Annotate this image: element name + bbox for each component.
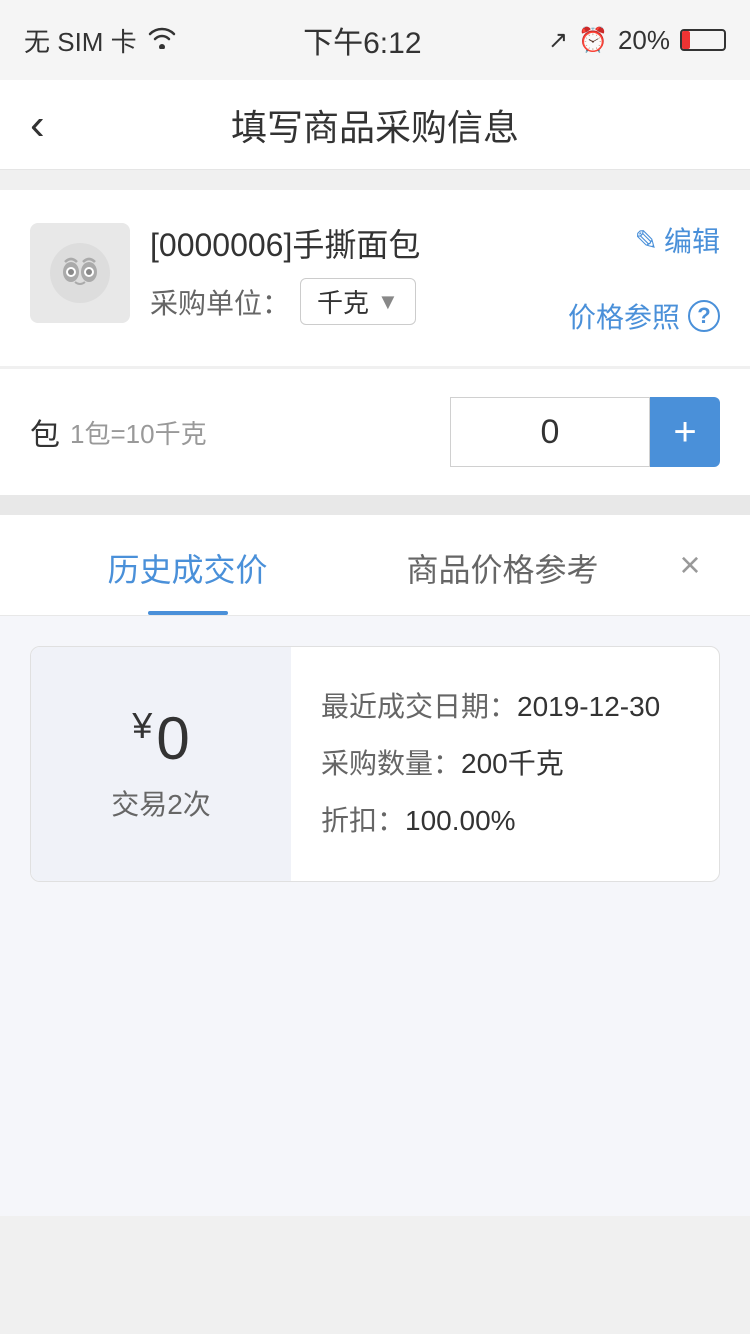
recent-date-value: 2019-12-30 [517, 691, 660, 722]
product-name: [0000006]手撕面包 [150, 220, 420, 266]
recent-date-label: 最近成交日期： [321, 691, 517, 722]
product-left: [0000006]手撕面包 采购单位： 千克 ▼ [30, 220, 420, 325]
price-card: ¥0 交易2次 最近成交日期：2019-12-30 采购数量：200千克 折扣：… [30, 646, 720, 882]
quantity-unit-info: 包 1包=10千克 [30, 410, 207, 454]
price-right-panel: 最近成交日期：2019-12-30 采购数量：200千克 折扣：100.00% [291, 647, 719, 881]
nav-bar: ‹ 填写商品采购信息 [0, 80, 750, 170]
quantity-controls: + [450, 397, 720, 467]
unit-label: 采购单位： [150, 282, 290, 322]
edit-button[interactable]: ✎ 编辑 [635, 220, 720, 260]
wifi-icon [147, 25, 177, 56]
purchase-qty-row: 采购数量：200千克 [321, 744, 689, 783]
content-area: ¥0 交易2次 最近成交日期：2019-12-30 采购数量：200千克 折扣：… [0, 616, 750, 1216]
section-divider [0, 495, 750, 515]
product-info: [0000006]手撕面包 采购单位： 千克 ▼ [150, 220, 420, 325]
battery-percent: 20% [618, 25, 670, 56]
status-left: 无 SIM 卡 [24, 22, 177, 59]
quantity-sub-info: 1包=10千克 [70, 414, 207, 451]
price-ref-label: 价格参照 [568, 296, 680, 336]
page-title: 填写商品采购信息 [231, 99, 519, 151]
tabs-bar: 历史成交价 商品价格参考 × [0, 515, 750, 616]
price-value: 0 [156, 705, 189, 772]
edit-icon: ✎ [635, 224, 658, 257]
price-reference-button[interactable]: 价格参照 ? [568, 296, 720, 336]
purchase-qty-label: 采购数量： [321, 748, 461, 779]
back-button[interactable]: ‹ [30, 103, 45, 147]
tab-price-reference[interactable]: 商品价格参考 [345, 515, 660, 615]
status-bar: 无 SIM 卡 下午6:12 ↗ ⏰ 20% [0, 0, 750, 80]
unit-value: 千克 [317, 283, 369, 320]
unit-select[interactable]: 千克 ▼ [300, 278, 416, 325]
quantity-plus-button[interactable]: + [650, 397, 720, 467]
status-time: 下午6:12 [303, 18, 421, 62]
purchase-qty-value: 200千克 [461, 748, 564, 779]
status-right: ↗ ⏰ 20% [548, 25, 726, 56]
price-left-panel: ¥0 交易2次 [31, 647, 291, 881]
recent-date-row: 最近成交日期：2019-12-30 [321, 687, 689, 726]
discount-row: 折扣：100.00% [321, 801, 689, 840]
help-icon: ? [688, 300, 720, 332]
quantity-row: 包 1包=10千克 + [0, 368, 750, 495]
discount-label: 折扣： [321, 805, 405, 836]
price-amount: ¥0 [132, 704, 189, 773]
quantity-input[interactable] [450, 397, 650, 467]
quantity-unit-badge: 包 [30, 410, 60, 454]
battery-icon [680, 29, 726, 51]
currency-symbol: ¥ [132, 705, 152, 746]
chevron-down-icon: ▼ [377, 289, 399, 315]
edit-label: 编辑 [664, 220, 720, 260]
discount-value: 100.00% [405, 805, 516, 836]
product-card: [0000006]手撕面包 采购单位： 千克 ▼ ✎ 编辑 价格参照 ? [0, 190, 750, 366]
carrier-text: 无 SIM 卡 [24, 22, 137, 59]
price-trades: 交易2次 [111, 783, 211, 823]
product-unit-row: 采购单位： 千克 ▼ [150, 278, 420, 325]
tab-history-price[interactable]: 历史成交价 [30, 515, 345, 615]
location-icon: ↗ [548, 26, 568, 55]
alarm-icon: ⏰ [578, 26, 608, 55]
tab-close-button[interactable]: × [660, 535, 720, 595]
product-thumbnail [30, 223, 130, 323]
